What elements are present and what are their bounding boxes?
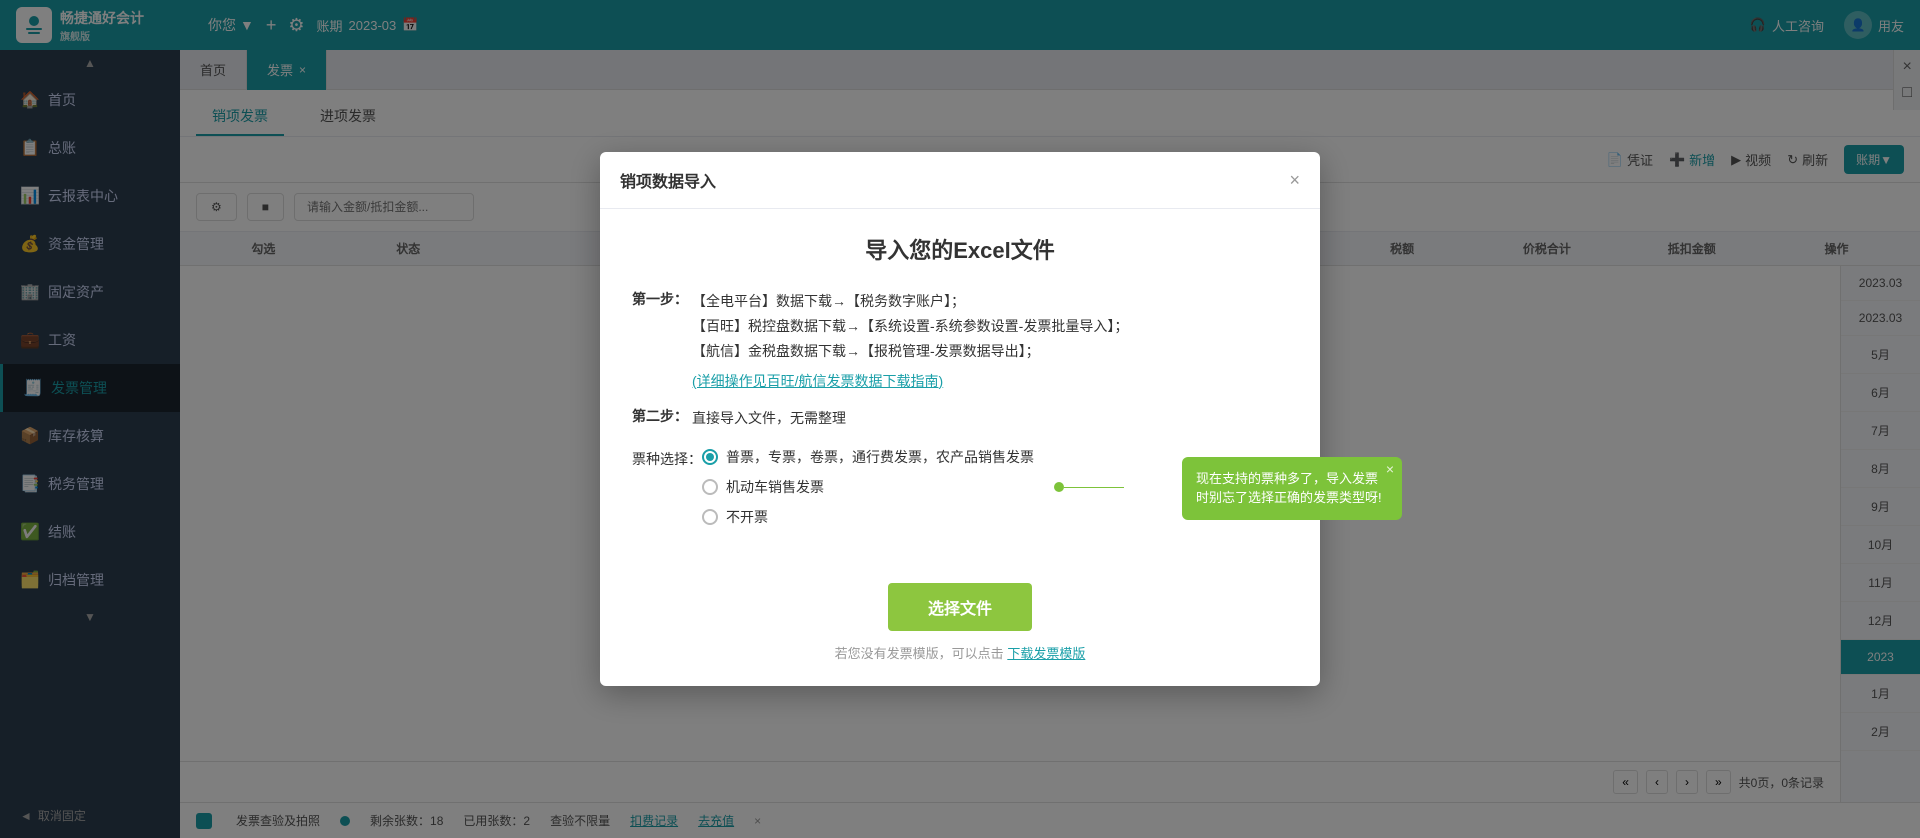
modal-body: 导入您的Excel文件 第一步： 【全电平台】数据下载→【税务数字账户】； 【百… <box>600 209 1320 567</box>
modal-import-title: 导入您的Excel文件 <box>632 233 1288 265</box>
step1-link-row: (详细操作见百旺/航信发票数据下载指南) <box>692 369 1128 394</box>
modal-overlay: 销项数据导入 × 导入您的Excel文件 第一步： 【全电平台】数据下载→【税务… <box>0 0 1920 838</box>
ticket-option-normal[interactable]: 普票，专票，卷票，通行费发票，农产品销售发票 <box>702 447 1034 467</box>
template-row: 若您没有发票模版，可以点击 下载发票模版 <box>835 643 1086 662</box>
step2-row: 第二步： 直接导入文件，无需整理 <box>632 406 1288 431</box>
ticket-label-normal: 普票，专票，卷票，通行费发票，农产品销售发票 <box>726 447 1034 467</box>
ticket-option-motor[interactable]: 机动车销售发票 <box>702 477 824 497</box>
radio-normal[interactable] <box>702 449 718 465</box>
step1-line1: 【全电平台】数据下载→【税务数字账户】； <box>692 289 1128 314</box>
modal-title: 销项数据导入 <box>620 168 716 192</box>
ticket-option-motor-row: 机动车销售发票 × 现在支持的票种多了，导入发票时别忘了选择正确的发票类型呀! <box>702 477 1034 497</box>
modal-dialog: 销项数据导入 × 导入您的Excel文件 第一步： 【全电平台】数据下载→【税务… <box>600 152 1320 686</box>
modal-close-btn[interactable]: × <box>1289 170 1300 191</box>
tooltip-close-btn[interactable]: × <box>1386 461 1394 477</box>
step1-content: 【全电平台】数据下载→【税务数字账户】； 【百旺】税控盘数据下载→【系统设置-系… <box>692 289 1128 394</box>
ticket-label-motor: 机动车销售发票 <box>726 477 824 497</box>
ticket-select-row: 票种选择： 普票，专票，卷票，通行费发票，农产品销售发票 机动车销售发票 <box>632 447 1288 527</box>
step1-guide-link[interactable]: (详细操作见百旺/航信发票数据下载指南) <box>692 373 943 389</box>
tooltip-balloon: × 现在支持的票种多了，导入发票时别忘了选择正确的发票类型呀! <box>1182 457 1402 520</box>
step2-content: 直接导入文件，无需整理 <box>692 406 846 431</box>
modal-header: 销项数据导入 × <box>600 152 1320 209</box>
ticket-options: 普票，专票，卷票，通行费发票，农产品销售发票 机动车销售发票 <box>702 447 1034 527</box>
step1-label: 第一步： <box>632 289 692 309</box>
step1-line2: 【百旺】税控盘数据下载→【系统设置-系统参数设置-发票批量导入】； <box>692 314 1128 339</box>
step1-line3: 【航信】金税盘数据下载→【报税管理-发票数据导出】； <box>692 339 1128 364</box>
modal-footer: 选择文件 若您没有发票模版，可以点击 下载发票模版 <box>600 567 1320 686</box>
download-template-link[interactable]: 下载发票模版 <box>1007 646 1085 661</box>
select-file-btn[interactable]: 选择文件 <box>888 583 1032 631</box>
tooltip-text: 现在支持的票种多了，导入发票时别忘了选择正确的发票类型呀! <box>1196 471 1382 506</box>
ticket-label-no-invoice: 不开票 <box>726 507 768 527</box>
tooltip-dot <box>1054 482 1064 492</box>
ticket-option-no-invoice[interactable]: 不开票 <box>702 507 1034 527</box>
radio-no-invoice[interactable] <box>702 509 718 525</box>
ticket-label: 票种选择： <box>632 447 702 469</box>
step1-row: 第一步： 【全电平台】数据下载→【税务数字账户】； 【百旺】税控盘数据下载→【系… <box>632 289 1288 394</box>
step2-label: 第二步： <box>632 406 692 426</box>
tooltip-line <box>1064 487 1124 488</box>
radio-motor[interactable] <box>702 479 718 495</box>
